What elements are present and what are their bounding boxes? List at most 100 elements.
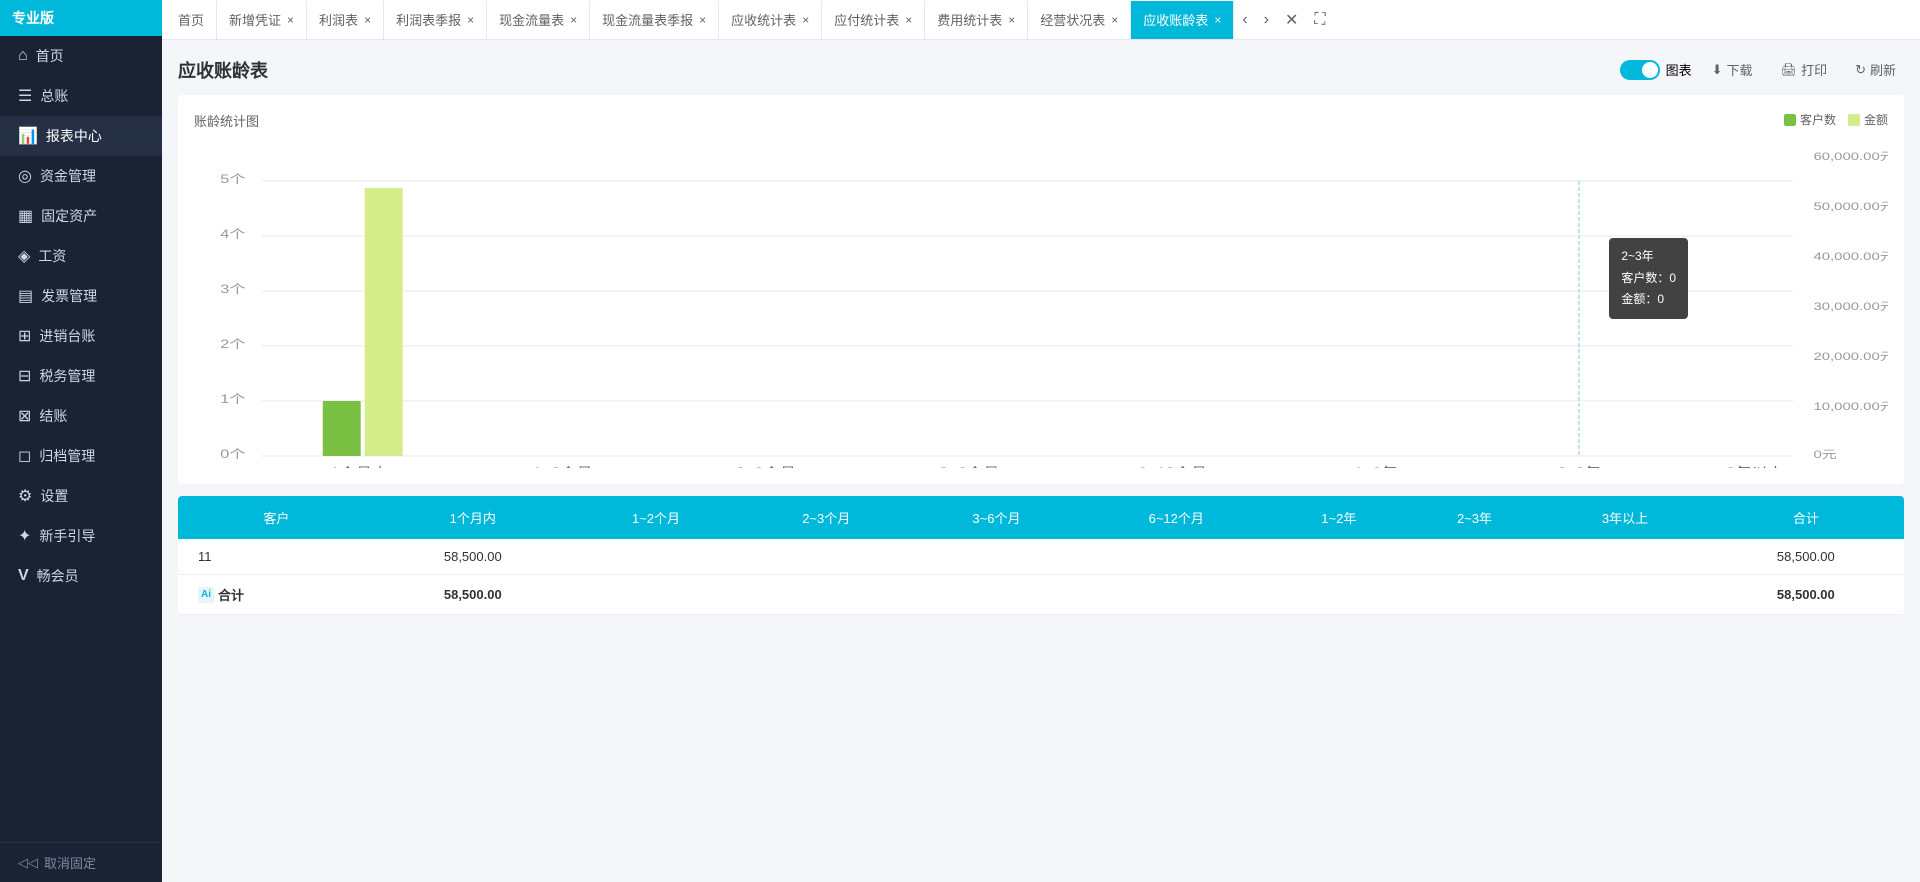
toggle-switch-control[interactable] (1620, 60, 1660, 80)
sidebar-item-assets[interactable]: ▦ 固定资产 (0, 196, 162, 236)
page-header: 应收账龄表 图表 ⬇ 下载 🖨 打印 ↻ 刷新 (178, 56, 1904, 83)
tab-voucher[interactable]: 新增凭证 × (217, 1, 307, 39)
tab-expand-btn[interactable]: ⛶ (1306, 11, 1333, 29)
tab-home[interactable]: 首页 (166, 1, 217, 39)
sidebar-item-invoice[interactable]: ▤ 发票管理 (0, 276, 162, 316)
svg-text:1个: 1个 (220, 392, 245, 406)
svg-text:3~6个月: 3~6个月 (939, 465, 999, 468)
sidebar-item-sales[interactable]: ⊞ 进销台账 (0, 316, 162, 356)
sidebar-item-settings[interactable]: ⚙ 设置 (0, 476, 162, 516)
total-m3-6 (911, 575, 1081, 615)
tab-expense-stats-close[interactable]: × (1008, 13, 1015, 27)
sidebar-item-label: 进销台账 (39, 326, 95, 346)
cell-customer: 11 (178, 539, 375, 575)
sidebar-item-label: 总账 (40, 86, 68, 106)
col-header-customer: 客户 (178, 496, 375, 539)
tax-icon: ⊟ (18, 366, 31, 386)
tab-cashflow-label: 现金流量表 (499, 10, 564, 29)
sidebar-item-closing[interactable]: ⊠ 结账 (0, 396, 162, 436)
download-icon: ⬇ (1712, 62, 1723, 78)
tab-close-all-btn[interactable]: ✕ (1277, 10, 1306, 30)
tab-next-btn[interactable]: › (1256, 11, 1277, 29)
download-btn[interactable]: ⬇ 下载 (1704, 56, 1761, 83)
download-label: 下载 (1727, 60, 1753, 79)
bar-amount-1month (365, 188, 403, 456)
salary-icon: ◈ (18, 246, 30, 266)
total-total: 58,500.00 (1708, 575, 1904, 615)
chart-area: 0个 1个 2个 3个 4个 5个 0元 10,000.00元 (194, 138, 1888, 468)
total-m1-2 (571, 575, 741, 615)
refresh-label: 刷新 (1870, 60, 1896, 79)
svg-text:2~3个月: 2~3个月 (736, 465, 796, 468)
tab-payable-stats[interactable]: 应付统计表 × (822, 1, 925, 39)
sidebar-item-tax[interactable]: ⊟ 税务管理 (0, 356, 162, 396)
total-text: 合计 (218, 585, 244, 604)
tab-receivable-stats-close[interactable]: × (802, 13, 809, 27)
tab-cashflow-quarterly-label: 现金流量表季报 (602, 10, 693, 29)
sidebar-item-guide[interactable]: ✦ 新手引导 (0, 516, 162, 556)
tab-cashflow-quarterly[interactable]: 现金流量表季报 × (590, 1, 719, 39)
sidebar-item-reports[interactable]: 📊 报表中心 (0, 116, 162, 156)
sidebar-item-label: 新手引导 (39, 526, 95, 546)
tab-prev-btn[interactable]: ‹ (1234, 11, 1255, 29)
col-header-m1: 1个月内 (375, 496, 571, 539)
tab-profit-quarterly-close[interactable]: × (467, 13, 474, 27)
print-icon: 🖨 (1781, 62, 1798, 78)
col-header-m6-12: 6~12个月 (1082, 496, 1271, 539)
tab-expense-stats[interactable]: 费用统计表 × (925, 1, 1028, 39)
col-header-y1-2: 1~2年 (1271, 496, 1407, 539)
tab-ar-aging[interactable]: 应收账龄表 × (1131, 1, 1234, 39)
sidebar-item-archive[interactable]: ◻ 归档管理 (0, 436, 162, 476)
svg-text:3年以上: 3年以上 (1726, 465, 1784, 468)
chart-container: 账龄统计图 客户数 金额 0个 1个 2个 3个 4个 (178, 95, 1904, 484)
col-header-y2-3: 2~3年 (1407, 496, 1543, 539)
svg-text:1~2个月: 1~2个月 (533, 465, 593, 468)
bar-customer-1month (323, 401, 361, 456)
col-header-m1-2: 1~2个月 (571, 496, 741, 539)
chart-svg: 0个 1个 2个 3个 4个 5个 0元 10,000.00元 (194, 138, 1888, 468)
tab-voucher-label: 新增凭证 (229, 10, 281, 29)
svg-text:50,000.00元: 50,000.00元 (1813, 200, 1888, 213)
tab-cashflow[interactable]: 现金流量表 × (487, 1, 590, 39)
tab-profit-quarterly[interactable]: 利润表季报 × (384, 1, 487, 39)
tab-home-label: 首页 (178, 10, 204, 29)
svg-text:10,000.00元: 10,000.00元 (1813, 400, 1888, 413)
tab-profit[interactable]: 利润表 × (307, 1, 384, 39)
cell-y1-2 (1271, 539, 1407, 575)
sidebar-collapse-btn[interactable]: ◁◁ 取消固定 (0, 842, 162, 882)
tab-profit-close[interactable]: × (364, 13, 371, 27)
sidebar-item-funds[interactable]: ◎ 资金管理 (0, 156, 162, 196)
chart-toggle[interactable]: 图表 (1620, 60, 1692, 80)
tab-receivable-stats[interactable]: 应收统计表 × (719, 1, 822, 39)
tab-cashflow-quarterly-close[interactable]: × (699, 13, 706, 27)
total-y3plus (1542, 575, 1707, 615)
tab-ar-aging-close[interactable]: × (1214, 13, 1221, 27)
tab-cashflow-close[interactable]: × (570, 13, 577, 27)
svg-text:60,000.00元: 60,000.00元 (1813, 150, 1888, 163)
tab-business-status-close[interactable]: × (1111, 13, 1118, 27)
sidebar-item-ledger[interactable]: ☰ 总账 (0, 76, 162, 116)
svg-text:1个月内: 1个月内 (330, 465, 388, 468)
sales-icon: ⊞ (18, 326, 31, 346)
print-btn[interactable]: 🖨 打印 (1773, 56, 1836, 83)
tab-expense-stats-label: 费用统计表 (937, 10, 1002, 29)
collapse-icon: ◁◁ (18, 855, 38, 871)
sidebar-item-salary[interactable]: ◈ 工资 (0, 236, 162, 276)
sidebar-item-home[interactable]: ⌂ 首页 (0, 36, 162, 76)
tab-business-status[interactable]: 经营状况表 × (1028, 1, 1131, 39)
col-header-total: 合计 (1708, 496, 1904, 539)
legend-amount: 金额 (1848, 111, 1888, 128)
sidebar-footer-label: 取消固定 (44, 853, 96, 872)
tab-voucher-close[interactable]: × (287, 13, 294, 27)
tab-payable-stats-close[interactable]: × (905, 13, 912, 27)
sidebar-item-label: 发票管理 (41, 286, 97, 306)
sidebar-item-vip[interactable]: V 畅会员 (0, 556, 162, 596)
toggle-label: 图表 (1666, 60, 1692, 79)
total-label-cell: Ai 合计 (178, 575, 375, 615)
invoice-icon: ▤ (18, 286, 33, 306)
svg-text:3个: 3个 (220, 282, 245, 296)
refresh-btn[interactable]: ↻ 刷新 (1847, 56, 1904, 83)
sidebar-item-label: 资金管理 (40, 166, 96, 186)
svg-text:6~12个月: 6~12个月 (1138, 465, 1207, 468)
ledger-icon: ☰ (18, 86, 32, 106)
